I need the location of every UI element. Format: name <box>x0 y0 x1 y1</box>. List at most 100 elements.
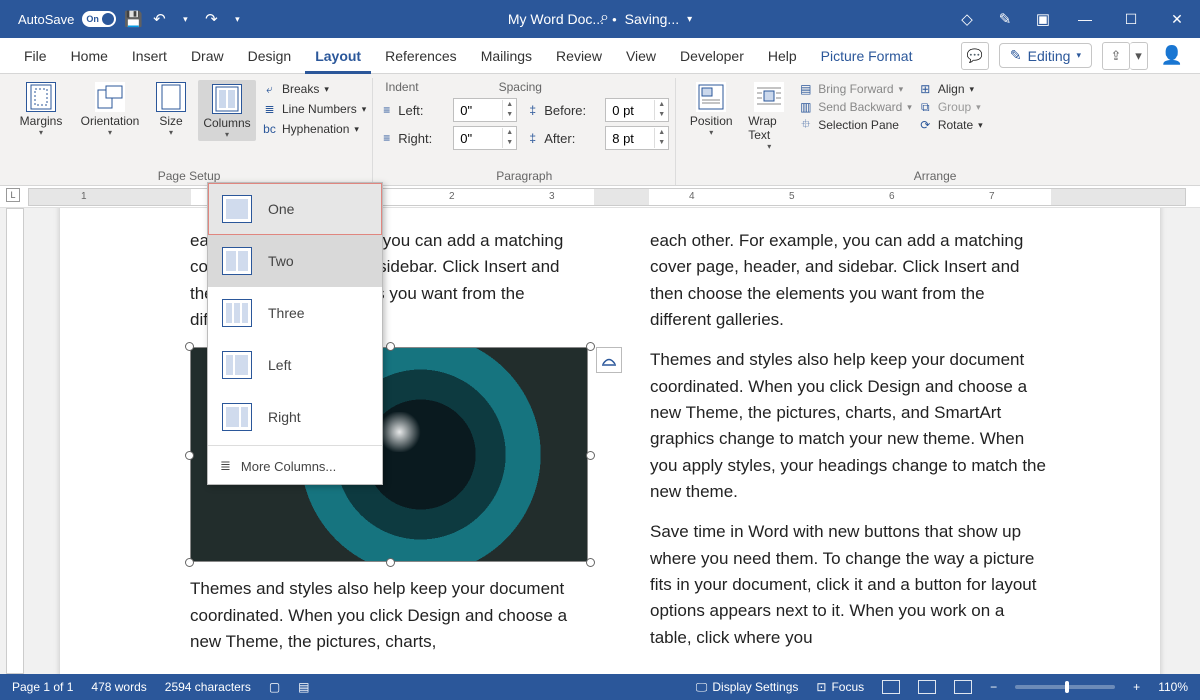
tab-review[interactable]: Review <box>546 38 612 74</box>
resize-handle[interactable] <box>586 342 595 351</box>
send-backward-button[interactable]: ▥Send Backward ▾ <box>798 100 912 114</box>
size-button[interactable]: Size▾ <box>150 80 192 139</box>
orientation-button[interactable]: Orientation▾ <box>76 80 144 139</box>
title-caret-icon[interactable]: ▾ <box>687 14 692 25</box>
columns-one[interactable]: One <box>208 183 382 235</box>
tab-picture-format[interactable]: Picture Format <box>811 38 923 74</box>
tab-insert[interactable]: Insert <box>122 38 177 74</box>
columns-button[interactable]: Columns▾ <box>198 80 256 141</box>
tab-file[interactable]: File <box>14 38 57 74</box>
paragraph[interactable]: Themes and styles also help keep your do… <box>650 347 1050 505</box>
zoom-out-button[interactable]: − <box>990 680 997 694</box>
rotate-button[interactable]: ⟳Rotate ▾ <box>918 118 983 132</box>
indent-left-input[interactable]: 0"▲▼ <box>453 98 517 122</box>
zoom-in-button[interactable]: + <box>1133 680 1140 694</box>
focus-button[interactable]: ⊡ Focus <box>816 680 864 694</box>
paragraph-label: Paragraph <box>379 169 669 185</box>
diamond-icon[interactable]: ◇ <box>948 0 986 38</box>
align-button[interactable]: ⊞Align ▾ <box>918 82 983 96</box>
tab-help[interactable]: Help <box>758 38 807 74</box>
page-count[interactable]: Page 1 of 1 <box>12 680 73 694</box>
zoom-slider[interactable] <box>1015 685 1115 689</box>
undo-caret-icon[interactable]: ▾ <box>176 10 194 28</box>
horizontal-ruler[interactable]: 1 2 3 4 5 6 7 <box>28 188 1186 206</box>
wand-icon[interactable]: ✎ <box>986 0 1024 38</box>
share-button[interactable]: ⇪ <box>1102 42 1130 70</box>
vertical-ruler[interactable] <box>6 208 24 674</box>
columns-more[interactable]: ≣ More Columns... <box>208 448 382 484</box>
save-icon[interactable]: 💾 <box>124 10 142 28</box>
tab-draw[interactable]: Draw <box>181 38 234 74</box>
word-count[interactable]: 478 words <box>91 680 146 694</box>
tab-view[interactable]: View <box>616 38 666 74</box>
wrap-text-button[interactable]: Wrap Text▾ <box>746 80 792 153</box>
spacing-before-input[interactable]: 0 pt▲▼ <box>605 98 669 122</box>
display-settings-button[interactable]: 🖵 Display Settings <box>696 680 799 695</box>
selection-pane-button[interactable]: ⯐Selection Pane <box>798 118 912 132</box>
spacing-before-icon: ‡ <box>525 103 540 117</box>
resize-handle[interactable] <box>586 451 595 460</box>
web-layout-icon[interactable] <box>954 680 972 694</box>
tab-developer[interactable]: Developer <box>670 38 754 74</box>
columns-left[interactable]: Left <box>208 339 382 391</box>
resize-handle[interactable] <box>185 558 194 567</box>
position-button[interactable]: Position▾ <box>682 80 740 139</box>
right-column-icon <box>222 403 252 431</box>
ribbon: Margins▾ Orientation▾ Size▾ Columns▾ ⤶Br… <box>0 74 1200 186</box>
line-numbers-button[interactable]: ≣Line Numbers ▾ <box>262 102 366 116</box>
resize-handle[interactable] <box>586 558 595 567</box>
columns-dropdown: One Two Three Left Right ≣ More Columns.… <box>207 182 383 485</box>
tab-home[interactable]: Home <box>61 38 118 74</box>
editing-mode-button[interactable]: ✎ Editing ▾ <box>999 43 1092 68</box>
paragraph[interactable]: Themes and styles also help keep your do… <box>190 576 590 655</box>
redo-icon[interactable]: ↷ <box>202 10 220 28</box>
undo-icon[interactable]: ↶ <box>150 10 168 28</box>
paragraph[interactable]: each other. For example, you can add a m… <box>650 228 1050 333</box>
spellcheck-icon[interactable]: ▢ <box>269 680 280 694</box>
three-column-icon <box>222 299 252 327</box>
margins-button[interactable]: Margins▾ <box>12 80 70 139</box>
breaks-icon: ⤶ <box>262 82 277 96</box>
share-caret[interactable]: ▾ <box>1130 42 1148 70</box>
bring-forward-button[interactable]: ▤Bring Forward ▾ <box>798 82 912 96</box>
qat-customize-icon[interactable]: ▾ <box>228 10 246 28</box>
tab-references[interactable]: References <box>375 38 467 74</box>
chevron-down-icon: ▾ <box>1076 50 1081 61</box>
pencil-icon: ✎ <box>1010 47 1022 64</box>
indent-right-icon: ≡ <box>379 131 394 145</box>
print-layout-icon[interactable] <box>918 680 936 694</box>
group-objects-button[interactable]: ⧉Group ▾ <box>918 100 983 114</box>
indent-right-input[interactable]: 0"▲▼ <box>453 126 517 150</box>
margins-icon <box>26 82 56 112</box>
zoom-level[interactable]: 110% <box>1158 680 1188 694</box>
search-icon[interactable]: ⌕ <box>600 9 609 27</box>
breaks-button[interactable]: ⤶Breaks ▾ <box>262 82 366 96</box>
group-page-setup: Margins▾ Orientation▾ Size▾ Columns▾ ⤶Br… <box>6 78 373 185</box>
resize-handle[interactable] <box>185 451 194 460</box>
resize-handle[interactable] <box>386 558 395 567</box>
columns-right[interactable]: Right <box>208 391 382 443</box>
comments-button[interactable]: 💬 <box>961 42 989 70</box>
minimize-button[interactable]: — <box>1062 0 1108 38</box>
tab-layout[interactable]: Layout <box>305 38 371 74</box>
indent-header: Indent <box>385 80 418 94</box>
one-column-icon <box>222 195 252 223</box>
tab-mailings[interactable]: Mailings <box>471 38 542 74</box>
maximize-button[interactable]: ☐ <box>1108 0 1154 38</box>
tab-design[interactable]: Design <box>238 38 302 74</box>
hyphenation-button[interactable]: bcHyphenation ▾ <box>262 122 366 136</box>
autosave-toggle[interactable]: On <box>82 11 116 27</box>
columns-two[interactable]: Two <box>208 235 382 287</box>
spacing-after-input[interactable]: 8 pt▲▼ <box>605 126 669 150</box>
indent-left-icon: ≡ <box>379 103 394 117</box>
read-mode-icon[interactable] <box>882 680 900 694</box>
accessibility-icon[interactable]: ▤ <box>298 680 309 694</box>
close-button[interactable]: ✕ <box>1154 0 1200 38</box>
window-icon[interactable]: ▣ <box>1024 0 1062 38</box>
paragraph[interactable]: Save time in Word with new buttons that … <box>650 519 1050 651</box>
tab-selector[interactable]: L <box>6 188 20 202</box>
account-icon[interactable]: 👤 <box>1158 42 1186 70</box>
columns-three[interactable]: Three <box>208 287 382 339</box>
layout-options-button[interactable] <box>596 347 622 373</box>
char-count[interactable]: 2594 characters <box>165 680 251 694</box>
